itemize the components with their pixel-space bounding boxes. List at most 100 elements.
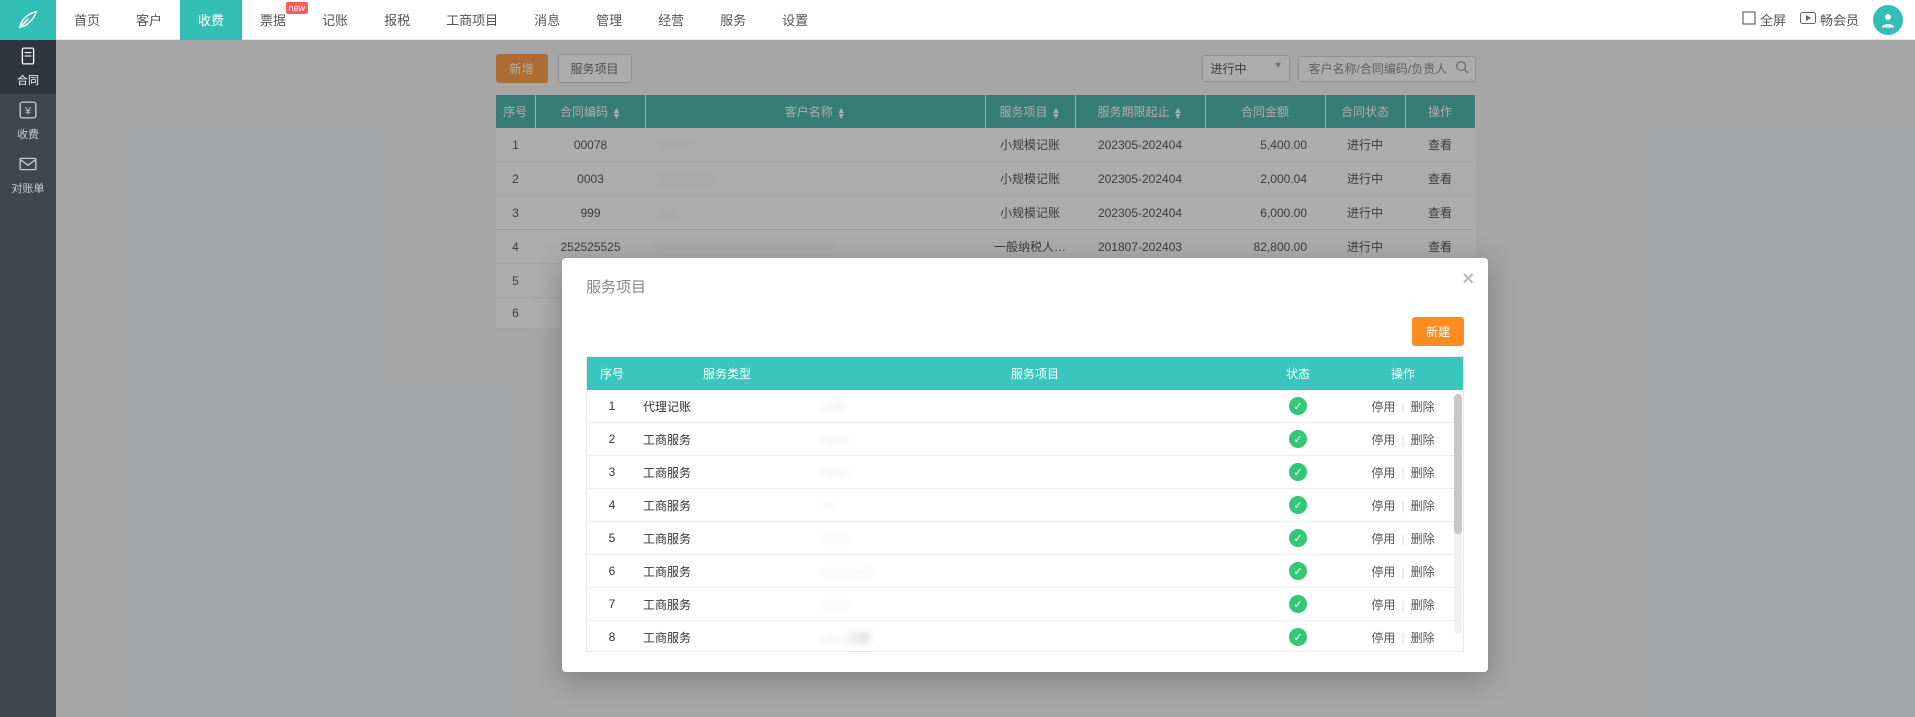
row-project: —1 — [817, 390, 1253, 423]
row-project: — — [817, 489, 1253, 522]
modal-new-button[interactable]: 新建 — [1412, 317, 1464, 346]
status-ok-icon: ✓ — [1289, 463, 1307, 481]
modal-col-header-2: 服务项目 — [817, 357, 1253, 390]
row-idx: 1 — [587, 390, 637, 423]
service-items-table: 序号服务类型服务项目状态操作 1代理记账—1✓停用|删除2工商服务——✓停用|删… — [587, 357, 1463, 652]
row-idx: 3 — [587, 456, 637, 489]
row-actions: 停用|删除 — [1343, 423, 1463, 456]
disable-link[interactable]: 停用 — [1371, 532, 1395, 546]
nav-item-8[interactable]: 管理 — [578, 0, 640, 40]
row-actions: 停用|删除 — [1343, 555, 1463, 588]
row-project: —— — [817, 423, 1253, 456]
disable-link[interactable]: 停用 — [1371, 631, 1395, 645]
modal-scrollbar[interactable] — [1454, 394, 1462, 634]
fullscreen-icon — [1742, 11, 1756, 28]
nav-item-7[interactable]: 消息 — [516, 0, 578, 40]
row-type: 工商服务 — [637, 555, 817, 588]
delete-link[interactable]: 删除 — [1411, 565, 1435, 579]
row-actions: 停用|删除 — [1343, 489, 1463, 522]
row-project: —— — [817, 588, 1253, 621]
status-ok-icon: ✓ — [1289, 529, 1307, 547]
modal-col-header-0: 序号 — [587, 357, 637, 390]
delete-link[interactable]: 删除 — [1411, 631, 1435, 645]
sidebar-item-label: 对账单 — [12, 180, 45, 196]
sidebar-item-对账单[interactable]: 对账单 — [0, 148, 56, 202]
modal-table-wrap: 序号服务类型服务项目状态操作 1代理记账—1✓停用|删除2工商服务——✓停用|删… — [586, 356, 1464, 652]
sidebar-item-合同[interactable]: 合同 — [0, 40, 56, 94]
delete-link[interactable]: 删除 — [1411, 433, 1435, 447]
delete-link[interactable]: 删除 — [1411, 400, 1435, 414]
user-icon — [1879, 11, 1897, 29]
delete-link[interactable]: 删除 — [1411, 532, 1435, 546]
modal-table-row: 7工商服务——✓停用|删除 — [587, 588, 1463, 621]
scrollbar-thumb[interactable] — [1454, 394, 1462, 534]
play-icon — [1800, 12, 1816, 27]
modal-table-row: 1代理记账—1✓停用|删除 — [587, 390, 1463, 423]
modal-col-header-4: 操作 — [1343, 357, 1463, 390]
modal-title: 服务项目 — [562, 258, 1488, 305]
status-ok-icon: ✓ — [1289, 496, 1307, 514]
service-item-modal: × 服务项目 新建 序号服务类型服务项目状态操作 1代理记账—1✓停用|删除2工… — [562, 258, 1488, 672]
nav-item-1[interactable]: 客户 — [118, 0, 180, 40]
modal-body: 新建 序号服务类型服务项目状态操作 1代理记账—1✓停用|删除2工商服务——✓停… — [562, 305, 1488, 672]
row-project: —— — [817, 522, 1253, 555]
row-status: ✓ — [1253, 390, 1343, 423]
disable-link[interactable]: 停用 — [1371, 433, 1395, 447]
delete-link[interactable]: 删除 — [1411, 499, 1435, 513]
modal-close-button[interactable]: × — [1462, 268, 1474, 291]
row-idx: 5 — [587, 522, 637, 555]
row-idx: 6 — [587, 555, 637, 588]
row-project: ———— — [817, 555, 1253, 588]
nav-item-9[interactable]: 经营 — [640, 0, 702, 40]
member-button[interactable]: 畅会员 — [1800, 10, 1859, 29]
row-status: ✓ — [1253, 489, 1343, 522]
nav-item-2[interactable]: 收费 — [180, 0, 242, 40]
row-type: 代理记账 — [637, 390, 817, 423]
nav-item-11[interactable]: 设置 — [764, 0, 826, 40]
row-project: —— — [817, 456, 1253, 489]
row-project: ——注册 — [817, 621, 1253, 653]
row-type: 工商服务 — [637, 522, 817, 555]
nav-item-4[interactable]: 记账 — [304, 0, 366, 40]
modal-toolbar: 新建 — [586, 317, 1464, 346]
fullscreen-button[interactable]: 全屏 — [1742, 10, 1786, 29]
member-label: 畅会员 — [1820, 10, 1859, 29]
row-type: 工商服务 — [637, 489, 817, 522]
row-status: ✓ — [1253, 522, 1343, 555]
nav-item-5[interactable]: 报税 — [366, 0, 428, 40]
modal-table-row: 6工商服务————✓停用|删除 — [587, 555, 1463, 588]
modal-col-header-1: 服务类型 — [637, 357, 817, 390]
row-idx: 7 — [587, 588, 637, 621]
row-type: 工商服务 — [637, 456, 817, 489]
nav-item-6[interactable]: 工商项目 — [428, 0, 516, 40]
status-ok-icon: ✓ — [1289, 595, 1307, 613]
nav-item-0[interactable]: 首页 — [56, 0, 118, 40]
main-nav: 首页客户收费票据new记账报税工商项目消息管理经营服务设置 — [56, 0, 826, 40]
row-status: ✓ — [1253, 456, 1343, 489]
disable-link[interactable]: 停用 — [1371, 598, 1395, 612]
row-actions: 停用|删除 — [1343, 588, 1463, 621]
row-type: 工商服务 — [637, 621, 817, 653]
disable-link[interactable]: 停用 — [1371, 466, 1395, 480]
row-actions: 停用|删除 — [1343, 456, 1463, 489]
sidebar-item-label: 合同 — [17, 72, 39, 88]
nav-item-3[interactable]: 票据new — [242, 0, 304, 40]
modal-table-row: 2工商服务——✓停用|删除 — [587, 423, 1463, 456]
status-ok-icon: ✓ — [1289, 430, 1307, 448]
feather-icon — [17, 9, 39, 31]
mail-icon — [19, 155, 37, 176]
disable-link[interactable]: 停用 — [1371, 499, 1395, 513]
disable-link[interactable]: 停用 — [1371, 400, 1395, 414]
svg-text:¥: ¥ — [24, 105, 32, 117]
sidebar-item-收费[interactable]: ¥收费 — [0, 94, 56, 148]
disable-link[interactable]: 停用 — [1371, 565, 1395, 579]
status-ok-icon: ✓ — [1289, 628, 1307, 646]
row-idx: 8 — [587, 621, 637, 653]
nav-item-10[interactable]: 服务 — [702, 0, 764, 40]
delete-link[interactable]: 删除 — [1411, 466, 1435, 480]
app-logo[interactable] — [0, 0, 56, 40]
delete-link[interactable]: 删除 — [1411, 598, 1435, 612]
modal-col-header-3: 状态 — [1253, 357, 1343, 390]
top-nav-bar: 首页客户收费票据new记账报税工商项目消息管理经营服务设置 全屏 畅会员 — [0, 0, 1915, 40]
user-avatar[interactable] — [1873, 5, 1903, 35]
